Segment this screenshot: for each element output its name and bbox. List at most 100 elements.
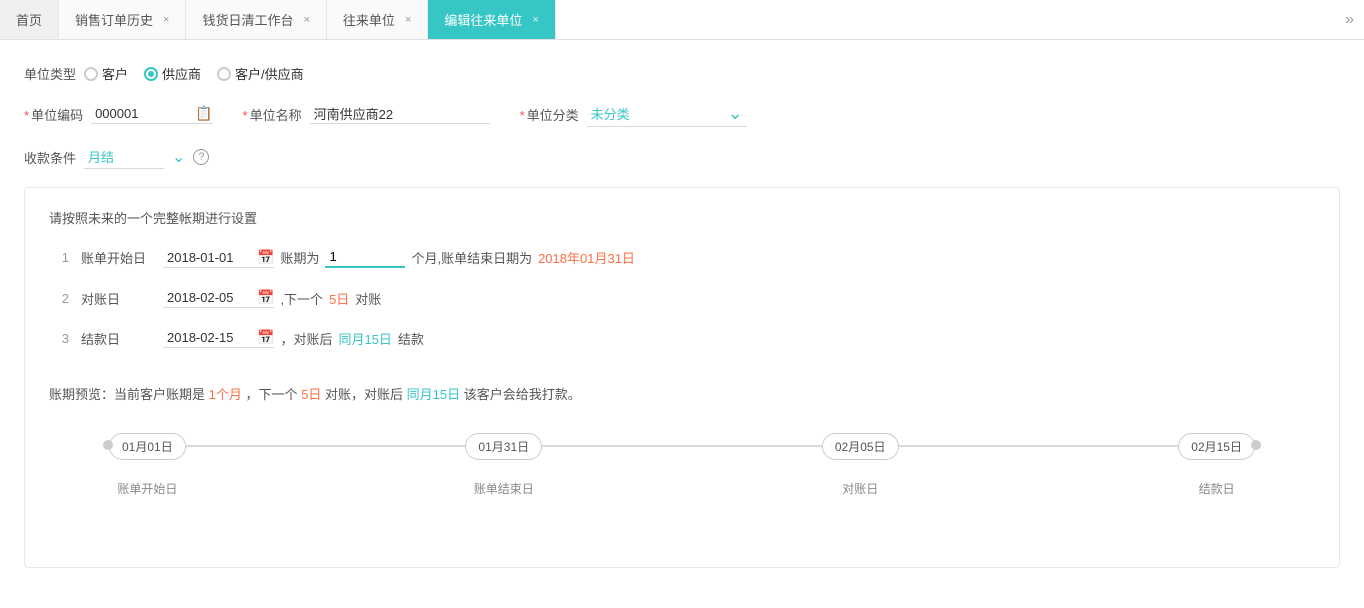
preview-section: 账期预览：当前客户账期是 1个月 ，下一个 5日 对账，对账后 同月15日 该客… — [49, 368, 1315, 547]
preview-part2: 5日 — [301, 387, 321, 402]
row-2-suffix-post: 对账 — [355, 289, 381, 308]
row-3-suffix-post: 结款 — [398, 329, 424, 348]
unit-category-field: *单位分类 未分类 ⌄ — [520, 101, 747, 127]
timeline-label-0: 账单开始日 — [117, 480, 177, 497]
row-3-suffix-pre: ，对账后 — [280, 329, 332, 348]
tab-bar: 首页 销售订单历史 × 钱货日清工作台 × 往来单位 × 编辑往来单位 × » — [0, 0, 1364, 40]
timeline-point-0: 01月01日 账单开始日 — [109, 433, 186, 497]
row-3-highlight: 同月15日 — [338, 329, 391, 348]
row-2-label: 对账日 — [81, 289, 151, 308]
tab-edit-partner-unit-close[interactable]: × — [532, 14, 538, 26]
timeline-point-2: 02月05日 对账日 — [822, 433, 899, 497]
radio-customer-supplier[interactable]: 客户/供应商 — [217, 64, 304, 83]
row-2-calendar-icon[interactable]: 📅 — [257, 289, 274, 306]
row-2-highlight: 5日 — [329, 289, 349, 308]
radio-customer-label: 客户 — [102, 64, 128, 83]
unit-category-label: *单位分类 — [520, 105, 579, 124]
setting-row-1: 1 账单开始日 📅 账期为 个月,账单结束日期为 2018年01月31日 — [49, 247, 1315, 268]
timeline-point-1: 01月31日 账单结束日 — [465, 433, 542, 497]
radio-customer[interactable]: 客户 — [84, 64, 128, 83]
preview-text: 账期预览：当前客户账期是 1个月 ，下一个 5日 对账，对账后 同月15日 该客… — [49, 384, 1315, 403]
row-1-end-date: 2018年01月31日 — [538, 248, 635, 267]
tab-cash-work[interactable]: 钱货日清工作台 × — [186, 0, 326, 39]
row-3-number: 3 — [49, 331, 69, 346]
row-2-date-field[interactable] — [163, 288, 253, 307]
unit-code-label: *单位编码 — [24, 105, 83, 124]
row-1-number: 1 — [49, 250, 69, 265]
timeline-label-2: 对账日 — [842, 480, 878, 497]
row-3-date-input: 📅 — [163, 328, 274, 348]
tab-edit-partner-unit-label: 编辑往来单位 — [444, 10, 522, 29]
tab-partner-unit-label: 往来单位 — [343, 10, 395, 29]
radio-customer-supplier-circle — [217, 67, 231, 81]
timeline-point-3: 02月15日 结款日 — [1178, 433, 1255, 497]
row-3-content: 📅 ，对账后 同月15日 结款 — [163, 328, 1315, 348]
preview-part3: 同月15日 — [407, 387, 460, 402]
radio-customer-supplier-label: 客户/供应商 — [235, 64, 304, 83]
row-3-label: 结款日 — [81, 329, 151, 348]
timeline-points: 01月01日 账单开始日 01月31日 账单结束日 02月05日 对账日 02月… — [109, 433, 1255, 497]
timeline-bubble-1: 01月31日 — [465, 433, 542, 460]
row-1-month-input[interactable] — [325, 247, 405, 268]
row-1-date-field[interactable] — [163, 248, 253, 267]
timeline-bubble-2: 02月05日 — [822, 433, 899, 460]
unit-name-input[interactable] — [310, 104, 490, 124]
payment-terms-dropdown: 月结 ⌄ — [84, 145, 185, 169]
timeline-bubble-0: 01月01日 — [109, 433, 186, 460]
radio-customer-circle — [84, 67, 98, 81]
radio-supplier[interactable]: 供应商 — [144, 64, 201, 83]
unit-name-label: *单位名称 — [243, 105, 302, 124]
tab-cash-work-close[interactable]: × — [303, 14, 309, 26]
unit-category-select[interactable]: 未分类 ⌄ — [587, 101, 747, 127]
timeline-dot-right — [1251, 440, 1261, 450]
row-1-date-input: 📅 — [163, 248, 274, 268]
unit-code-input-wrapper: 📋 — [91, 104, 212, 124]
main-content: 单位类型 客户 供应商 客户/供应商 *单位编码 — [0, 40, 1364, 608]
tab-cash-work-label: 钱货日清工作台 — [202, 10, 293, 29]
timeline-label-3: 结款日 — [1199, 480, 1235, 497]
timeline-dot-left — [103, 440, 113, 450]
row-3-calendar-icon[interactable]: 📅 — [257, 329, 274, 346]
payment-terms-row: 收款条件 月结 ⌄ ? — [24, 145, 1340, 169]
timeline-bubble-3: 02月15日 — [1178, 433, 1255, 460]
setting-row-3: 3 结款日 📅 ，对账后 同月15日 结款 — [49, 328, 1315, 348]
unit-type-radio-group: 客户 供应商 客户/供应商 — [84, 64, 304, 83]
tab-partner-unit-close[interactable]: × — [405, 14, 411, 26]
preview-part1: 1个月 — [209, 387, 242, 402]
radio-supplier-circle — [144, 67, 158, 81]
unit-category-value: 未分类 — [591, 104, 630, 123]
payment-terms-dropdown-arrow[interactable]: ⌄ — [172, 147, 185, 167]
unit-details-row: *单位编码 📋 *单位名称 *单位分类 未分类 ⌄ — [24, 101, 1340, 127]
unit-name-field: *单位名称 — [243, 104, 490, 124]
unit-type-label: 单位类型 — [24, 64, 76, 83]
help-icon[interactable]: ? — [193, 149, 209, 165]
tab-home-label: 首页 — [16, 10, 42, 29]
unit-code-input[interactable] — [91, 104, 191, 123]
unit-type-field: 单位类型 客户 供应商 客户/供应商 — [24, 64, 304, 83]
tab-expand-button[interactable]: » — [1335, 0, 1364, 39]
payment-terms-label: 收款条件 — [24, 148, 76, 167]
panel-title: 请按照未来的一个完整帐期进行设置 — [49, 208, 1315, 227]
tab-home[interactable]: 首页 — [0, 0, 59, 39]
row-3-date-field[interactable] — [163, 328, 253, 347]
tab-sales-order-history-label: 销售订单历史 — [75, 10, 153, 29]
tab-edit-partner-unit[interactable]: 编辑往来单位 × — [428, 0, 555, 39]
unit-category-dropdown-icon: ⌄ — [728, 103, 743, 124]
payment-terms-value[interactable]: 月结 — [84, 145, 164, 169]
radio-supplier-label: 供应商 — [162, 64, 201, 83]
tab-sales-order-history-close[interactable]: × — [163, 14, 169, 26]
row-1-suffix-post: 个月,账单结束日期为 — [411, 248, 532, 267]
payment-terms-field: 收款条件 月结 ⌄ ? — [24, 145, 209, 169]
row-1-suffix-pre: 账期为 — [280, 248, 319, 267]
row-1-label: 账单开始日 — [81, 248, 151, 267]
tab-sales-order-history[interactable]: 销售订单历史 × — [59, 0, 186, 39]
unit-code-field: *单位编码 📋 — [24, 104, 213, 124]
copy-icon[interactable]: 📋 — [195, 105, 212, 122]
unit-type-row: 单位类型 客户 供应商 客户/供应商 — [24, 64, 1340, 83]
row-2-number: 2 — [49, 291, 69, 306]
tab-partner-unit[interactable]: 往来单位 × — [327, 0, 428, 39]
row-1-content: 📅 账期为 个月,账单结束日期为 2018年01月31日 — [163, 247, 1315, 268]
row-2-content: 📅 ,下一个 5日 对账 — [163, 288, 1315, 308]
row-1-calendar-icon[interactable]: 📅 — [257, 249, 274, 266]
row-2-suffix-pre: ,下一个 — [280, 289, 323, 308]
